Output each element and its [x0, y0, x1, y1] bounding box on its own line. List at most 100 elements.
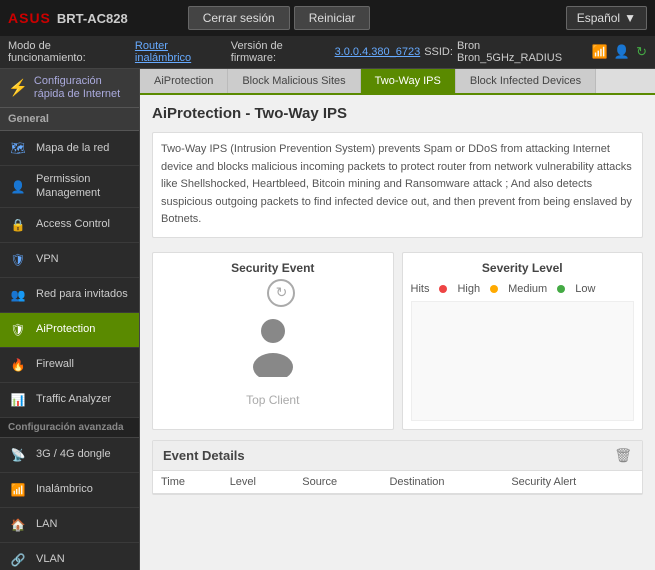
- person-icon: [248, 317, 298, 387]
- sidebar-item-network-map[interactable]: 🗺 Mapa de la red: [0, 131, 139, 166]
- sidebar-item-vpn[interactable]: 🛡 VPN: [0, 243, 139, 278]
- refresh-chart-icon[interactable]: ↻: [267, 279, 295, 307]
- sidebar-label-guest-network: Red para invitados: [36, 288, 128, 301]
- lan-icon: 🏠: [8, 515, 28, 535]
- ssid-label: SSID:: [424, 46, 453, 58]
- sidebar-label-network-map: Mapa de la red: [36, 142, 109, 155]
- sidebar-section-advanced: Configuración avanzada: [0, 418, 139, 438]
- logo: ASUS BRT-AC828: [8, 10, 128, 26]
- event-details-title: Event Details: [163, 448, 245, 463]
- description-text: Two-Way IPS (Intrusion Prevention System…: [152, 132, 643, 238]
- traffic-analyzer-icon: 📊: [8, 390, 28, 410]
- refresh-header-icon[interactable]: ↻: [636, 44, 647, 60]
- hits-label: Hits: [411, 283, 430, 295]
- quick-config-icon: ⚡: [8, 78, 28, 98]
- content-body: AiProtection - Two-Way IPS Two-Way IPS (…: [140, 95, 655, 570]
- content-area: AiProtection Block Malicious Sites Two-W…: [140, 69, 655, 570]
- sidebar-label-traffic-analyzer: Traffic Analyzer: [36, 393, 111, 406]
- sidebar-item-guest-network[interactable]: 👥 Red para invitados: [0, 278, 139, 313]
- event-table: Time Level Source Destination Security A…: [153, 471, 642, 494]
- col-destination: Destination: [381, 471, 503, 494]
- mode-value-link[interactable]: Router inalámbrico: [135, 40, 227, 64]
- vlan-icon: 🔗: [8, 550, 28, 570]
- sidebar-item-wireless[interactable]: 📶 Inalámbrico: [0, 473, 139, 508]
- sidebar-item-access-control[interactable]: 🔒 Access Control: [0, 208, 139, 243]
- asus-logo: ASUS: [8, 10, 51, 26]
- close-session-button[interactable]: Cerrar sesión: [188, 6, 290, 30]
- language-label: Español: [577, 11, 620, 25]
- sidebar-item-traffic-analyzer[interactable]: 📊 Traffic Analyzer: [0, 383, 139, 418]
- permission-icon: 👤: [8, 177, 28, 197]
- severity-level-title: Severity Level: [411, 261, 635, 275]
- medium-dot: [490, 285, 498, 293]
- guest-network-icon: 👥: [8, 285, 28, 305]
- sidebar-item-lan[interactable]: 🏠 LAN: [0, 508, 139, 543]
- language-selector[interactable]: Español ▼: [566, 6, 647, 30]
- firmware-label: Versión de firmware:: [231, 40, 331, 64]
- wifi-icon: 📶: [592, 44, 608, 60]
- col-time: Time: [153, 471, 222, 494]
- sidebar-label-3g-dongle: 3G / 4G dongle: [36, 448, 111, 461]
- high-dot: [439, 285, 447, 293]
- tab-block-infected-devices[interactable]: Block Infected Devices: [456, 69, 596, 93]
- severity-legend: Hits High Medium Low: [411, 283, 635, 295]
- header: ASUS BRT-AC828 Cerrar sesión Reiniciar E…: [0, 0, 655, 36]
- security-event-box: Security Event ↻: [152, 252, 394, 430]
- event-details-header: Event Details 🗑: [153, 441, 642, 471]
- top-client-area: ↻ Top Client: [246, 279, 299, 407]
- tab-block-malicious-sites[interactable]: Block Malicious Sites: [228, 69, 360, 93]
- info-bar: Modo de funcionamiento: Router inalámbri…: [0, 36, 655, 69]
- sidebar-section-general: General: [0, 108, 139, 131]
- tab-aiprotection[interactable]: AiProtection: [140, 69, 228, 93]
- col-level: Level: [222, 471, 295, 494]
- wireless-icon: 📶: [8, 480, 28, 500]
- sidebar-label-permission: Permission Management: [36, 173, 131, 199]
- quick-config-label: Configuraciónrápida de Internet: [34, 75, 120, 101]
- dongle-icon: 📡: [8, 445, 28, 465]
- sidebar-item-permission-management[interactable]: 👤 Permission Management: [0, 166, 139, 207]
- aiprotection-icon: 🛡: [8, 320, 28, 340]
- sidebar-item-aiprotection[interactable]: 🛡 AiProtection: [0, 313, 139, 348]
- severity-chart-body: [411, 301, 635, 421]
- firewall-icon: 🔥: [8, 355, 28, 375]
- security-event-body: ↻ Top Client: [161, 283, 385, 403]
- ssid-value: Bron Bron_5GHz_RADIUS: [457, 40, 588, 64]
- sidebar-item-3g-dongle[interactable]: 📡 3G / 4G dongle: [0, 438, 139, 473]
- model-name: BRT-AC828: [57, 11, 128, 26]
- table-header-row: Time Level Source Destination Security A…: [153, 471, 642, 494]
- sidebar-item-firewall[interactable]: 🔥 Firewall: [0, 348, 139, 383]
- main-layout: ⚡ Configuraciónrápida de Internet Genera…: [0, 69, 655, 570]
- low-dot: [557, 285, 565, 293]
- sidebar-label-firewall: Firewall: [36, 358, 74, 371]
- sidebar-label-vpn: VPN: [36, 253, 59, 266]
- chevron-down-icon: ▼: [624, 11, 636, 25]
- low-label: Low: [575, 283, 595, 295]
- trash-icon[interactable]: 🗑: [614, 447, 632, 464]
- page-title: AiProtection - Two-Way IPS: [152, 105, 643, 122]
- tab-bar: AiProtection Block Malicious Sites Two-W…: [140, 69, 655, 95]
- access-control-icon: 🔒: [8, 215, 28, 235]
- col-security-alert: Security Alert: [503, 471, 642, 494]
- user-icon: 👤: [614, 44, 630, 60]
- sidebar-label-wireless: Inalámbrico: [36, 483, 93, 496]
- top-client-label: Top Client: [246, 393, 299, 407]
- event-details-section: Event Details 🗑 Time Level Source Destin…: [152, 440, 643, 495]
- sidebar-label-access-control: Access Control: [36, 218, 110, 231]
- sidebar: ⚡ Configuraciónrápida de Internet Genera…: [0, 69, 140, 570]
- firmware-value-link[interactable]: 3.0.0.4.380_6723: [335, 46, 421, 58]
- quick-config-item[interactable]: ⚡ Configuraciónrápida de Internet: [0, 69, 139, 108]
- mode-label: Modo de funcionamiento:: [8, 40, 131, 64]
- security-event-title: Security Event: [161, 261, 385, 275]
- medium-label: Medium: [508, 283, 547, 295]
- network-map-icon: 🗺: [8, 138, 28, 158]
- restart-button[interactable]: Reiniciar: [294, 6, 371, 30]
- severity-level-box: Severity Level Hits High Medium Low: [402, 252, 644, 430]
- sidebar-label-aiprotection: AiProtection: [36, 323, 95, 336]
- info-icons: 📶 👤 ↻: [592, 44, 647, 60]
- sidebar-label-vlan: VLAN: [36, 553, 65, 566]
- sidebar-label-lan: LAN: [36, 518, 57, 531]
- tab-two-way-ips[interactable]: Two-Way IPS: [361, 69, 456, 93]
- col-source: Source: [294, 471, 381, 494]
- high-label: High: [457, 283, 480, 295]
- sidebar-item-vlan[interactable]: 🔗 VLAN: [0, 543, 139, 570]
